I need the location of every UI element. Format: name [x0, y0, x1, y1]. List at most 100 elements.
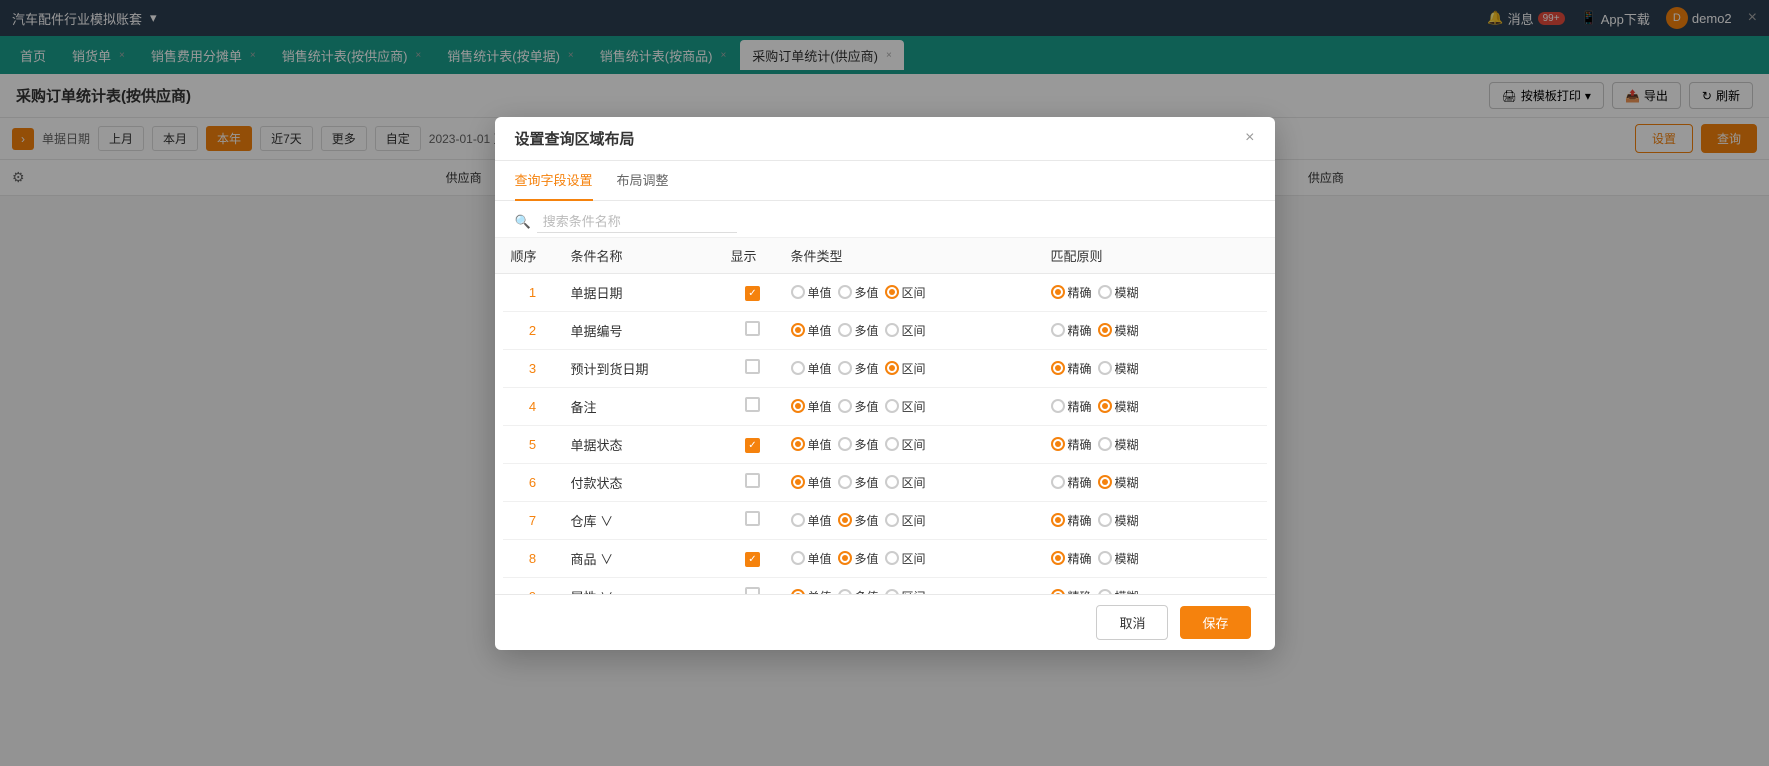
radio-type-区间[interactable]: 区间 — [885, 512, 926, 529]
radio-match-精确[interactable]: 精确 — [1051, 436, 1092, 453]
radio-type-区间[interactable]: 区间 — [885, 474, 926, 491]
row-type-options: 单值多值区间 — [783, 468, 1043, 497]
checkbox-icon[interactable] — [745, 397, 760, 412]
radio-type-单值[interactable]: 单值 — [791, 322, 832, 339]
table-row: 8商品 ∨✓单值多值区间精确模糊 — [503, 540, 1267, 578]
row-display-checkbox[interactable]: ✓ — [723, 278, 783, 307]
radio-type-区间[interactable]: 区间 — [885, 436, 926, 453]
checkbox-icon[interactable]: ✓ — [745, 552, 760, 567]
tab-query-fields[interactable]: 查询字段设置 — [515, 161, 593, 201]
radio-type-区间[interactable]: 区间 — [885, 398, 926, 415]
radio-circle-icon — [885, 323, 899, 337]
radio-circle-icon — [791, 589, 805, 594]
radio-type-单值[interactable]: 单值 — [791, 360, 832, 377]
row-type-options: 单值多值区间 — [783, 316, 1043, 345]
settings-dialog: 设置查询区域布局 × 查询字段设置 布局调整 🔍 顺序 条件名称 显示 条件类型 — [495, 117, 1275, 650]
radio-type-多值[interactable]: 多值 — [838, 550, 879, 567]
dialog-header: 设置查询区域布局 × — [495, 117, 1275, 161]
radio-type-单值[interactable]: 单值 — [791, 436, 832, 453]
checkbox-icon[interactable]: ✓ — [745, 438, 760, 453]
radio-circle-icon — [838, 589, 852, 594]
table-row: 5单据状态✓单值多值区间精确模糊 — [503, 426, 1267, 464]
checkbox-icon[interactable] — [745, 511, 760, 526]
radio-match-模糊[interactable]: 模糊 — [1098, 512, 1139, 529]
row-type-options: 单值多值区间 — [783, 506, 1043, 535]
row-display-checkbox[interactable] — [723, 315, 783, 345]
radio-circle-icon — [1098, 475, 1112, 489]
radio-match-模糊[interactable]: 模糊 — [1098, 550, 1139, 567]
radio-type-单值[interactable]: 单值 — [791, 474, 832, 491]
radio-type-多值[interactable]: 多值 — [838, 360, 879, 377]
radio-circle-icon — [1098, 285, 1112, 299]
save-button[interactable]: 保存 — [1180, 606, 1250, 639]
row-display-checkbox[interactable] — [723, 353, 783, 383]
radio-circle-icon — [838, 361, 852, 375]
radio-type-单值[interactable]: 单值 — [791, 398, 832, 415]
radio-circle-icon — [791, 551, 805, 565]
radio-match-精确[interactable]: 精确 — [1051, 474, 1092, 491]
checkbox-icon[interactable] — [745, 321, 760, 336]
radio-circle-icon — [885, 285, 899, 299]
radio-match-模糊[interactable]: 模糊 — [1098, 360, 1139, 377]
radio-type-多值[interactable]: 多值 — [838, 436, 879, 453]
search-bar: 🔍 — [495, 201, 1275, 238]
radio-match-模糊[interactable]: 模糊 — [1098, 474, 1139, 491]
radio-match-模糊[interactable]: 模糊 — [1098, 398, 1139, 415]
radio-match-精确[interactable]: 精确 — [1051, 284, 1092, 301]
radio-type-多值[interactable]: 多值 — [838, 284, 879, 301]
radio-circle-icon — [1051, 589, 1065, 594]
radio-match-模糊[interactable]: 模糊 — [1098, 436, 1139, 453]
row-order: 5 — [503, 431, 563, 458]
row-display-checkbox[interactable] — [723, 391, 783, 421]
row-display-checkbox[interactable] — [723, 505, 783, 535]
th-order: 顺序 — [503, 238, 563, 273]
radio-type-区间[interactable]: 区间 — [885, 360, 926, 377]
cancel-button[interactable]: 取消 — [1096, 605, 1168, 640]
radio-type-多值[interactable]: 多值 — [838, 398, 879, 415]
radio-type-单值[interactable]: 单值 — [791, 512, 832, 529]
radio-match-精确[interactable]: 精确 — [1051, 322, 1092, 339]
radio-circle-icon — [885, 589, 899, 594]
radio-circle-icon — [1098, 551, 1112, 565]
radio-circle-icon — [791, 361, 805, 375]
radio-type-多值[interactable]: 多值 — [838, 322, 879, 339]
radio-match-模糊[interactable]: 模糊 — [1098, 322, 1139, 339]
radio-circle-icon — [838, 475, 852, 489]
radio-circle-icon — [838, 551, 852, 565]
row-display-checkbox[interactable]: ✓ — [723, 430, 783, 459]
radio-type-区间[interactable]: 区间 — [885, 322, 926, 339]
radio-circle-icon — [791, 399, 805, 413]
row-display-checkbox[interactable]: ✓ — [723, 544, 783, 573]
table-row: 3预计到货日期单值多值区间精确模糊 — [503, 350, 1267, 388]
radio-match-精确[interactable]: 精确 — [1051, 550, 1092, 567]
radio-type-多值[interactable]: 多值 — [838, 512, 879, 529]
radio-match-精确[interactable]: 精确 — [1051, 360, 1092, 377]
row-order: 3 — [503, 355, 563, 382]
radio-type-区间[interactable]: 区间 — [885, 550, 926, 567]
radio-circle-icon — [1051, 475, 1065, 489]
radio-circle-icon — [838, 399, 852, 413]
row-order: 9 — [503, 583, 563, 594]
radio-circle-icon — [838, 323, 852, 337]
radio-type-单值[interactable]: 单值 — [791, 284, 832, 301]
checkbox-icon[interactable] — [745, 359, 760, 374]
row-type-options: 单值多值区间 — [783, 430, 1043, 459]
row-type-options: 单值多值区间 — [783, 392, 1043, 421]
radio-match-精确[interactable]: 精确 — [1051, 512, 1092, 529]
radio-circle-icon — [1051, 399, 1065, 413]
radio-type-多值[interactable]: 多值 — [838, 474, 879, 491]
checkbox-icon[interactable]: ✓ — [745, 286, 760, 301]
row-display-checkbox[interactable] — [723, 467, 783, 497]
radio-match-精确[interactable]: 精确 — [1051, 398, 1092, 415]
row-display-checkbox[interactable] — [723, 581, 783, 594]
radio-match-模糊[interactable]: 模糊 — [1098, 284, 1139, 301]
radio-type-单值[interactable]: 单值 — [791, 550, 832, 567]
dialog-close-button[interactable]: × — [1245, 130, 1254, 146]
tab-layout-adjust[interactable]: 布局调整 — [617, 161, 669, 201]
dialog-table-body: 1单据日期✓单值多值区间精确模糊2单据编号单值多值区间精确模糊3预计到货日期单值… — [495, 274, 1275, 594]
search-input[interactable] — [537, 211, 737, 233]
radio-circle-icon — [885, 475, 899, 489]
row-condition-name: 商品 ∨ — [563, 543, 723, 574]
radio-type-区间[interactable]: 区间 — [885, 284, 926, 301]
checkbox-icon[interactable] — [745, 473, 760, 488]
